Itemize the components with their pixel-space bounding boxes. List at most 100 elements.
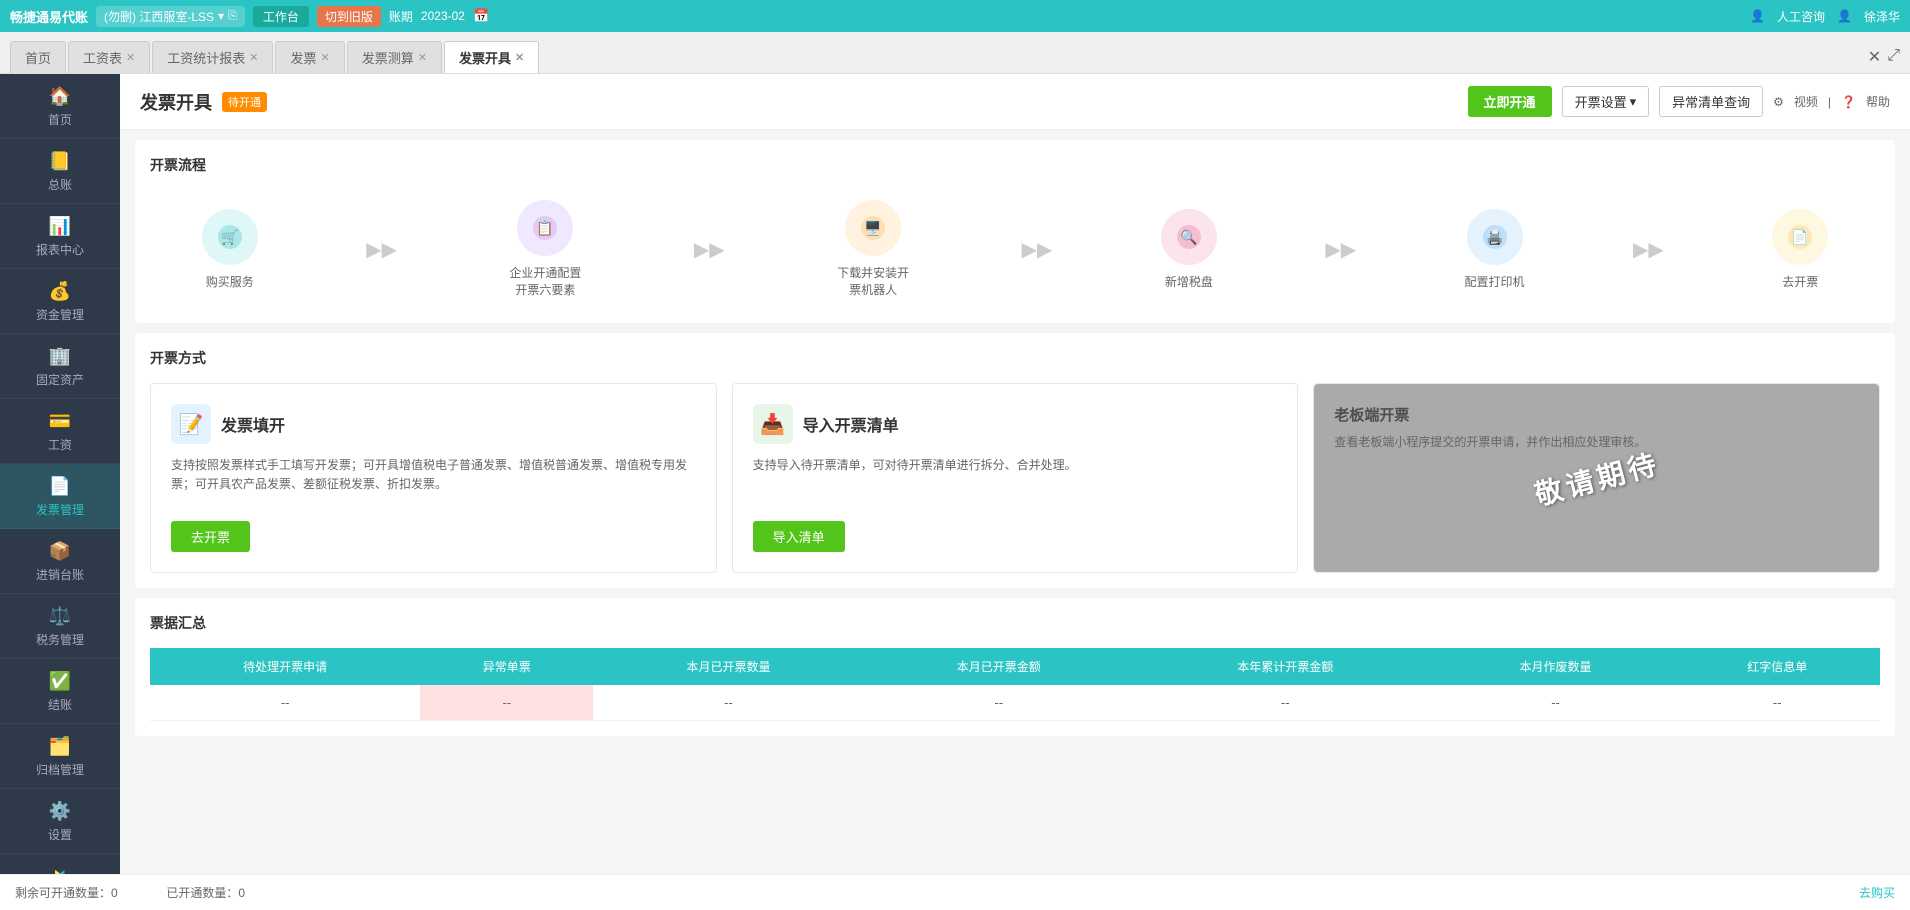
company-selector[interactable]: (勿删) 江西服室-LSS ▾ ⎘ <box>96 6 245 27</box>
settings-icon: ⚙️ <box>49 801 71 822</box>
query-label: 异常清单查询 <box>1672 92 1750 111</box>
taxbox-step-icon: 🔍 <box>1161 209 1217 265</box>
tax-icon: ⚖️ <box>49 606 71 627</box>
cell-month-count: -- <box>593 685 863 721</box>
fapiao-icon: 📄 <box>49 476 71 497</box>
asset-icon: 🏢 <box>49 346 71 367</box>
flow-step-open[interactable]: 📄 去开票 <box>1772 209 1828 290</box>
sidebar-item-archive[interactable]: 🗂️ 归档管理 <box>0 724 120 789</box>
flow-step-open-label: 去开票 <box>1782 273 1818 290</box>
avatar-icon: 👤 <box>1837 9 1852 23</box>
flow-step-download[interactable]: 🖥️ 下载并安装开票机器人 <box>833 200 913 298</box>
close-all-icon[interactable]: ✕ <box>1868 47 1881 67</box>
sidebar-item-guide[interactable]: 🔰 新手引导 <box>0 862 120 874</box>
sidebar-item-purchase[interactable]: 📦 进销台账 <box>0 529 120 594</box>
sidebar-item-fapiao[interactable]: 📄 发票管理 <box>0 464 120 529</box>
summary-table: 待处理开票申请 异常单票 本月已开票数量 本月已开票金额 本年累计开票金额 本月… <box>150 648 1880 721</box>
restore-icon[interactable]: ⤢ <box>1887 47 1900 67</box>
flow-steps: 🛒 购买服务 ▶▶ 📋 企业开通配置开票六要素 ▶ <box>150 190 1880 308</box>
svg-text:🛒: 🛒 <box>221 229 238 246</box>
tab-salary-close[interactable]: ✕ <box>126 51 135 64</box>
sidebar-item-asset[interactable]: 🏢 固定资产 <box>0 334 120 399</box>
tab-invoice-close[interactable]: ✕ <box>321 51 330 64</box>
method-card-manual: 📝 发票填开 支持按照发票样式手工填写开发票；可开具增值税电子普通发票、增值税普… <box>150 383 717 573</box>
manual-method-button[interactable]: 去开票 <box>171 521 250 552</box>
tab-invoice-tool-close[interactable]: ✕ <box>515 51 524 64</box>
sidebar-item-purchase-label: 进销台账 <box>36 566 84 583</box>
cell-abnormal[interactable]: -- <box>420 685 593 721</box>
content-area: 发票开具 待开通 立即开通 开票设置 ▾ 异常清单查询 ⚙ 视频 | ❓ 帮助 <box>120 74 1910 874</box>
manual-method-title: 发票填开 <box>221 412 285 436</box>
tab-invoice-tool[interactable]: 发票开具 ✕ <box>444 41 539 73</box>
flow-step-printer[interactable]: 🖨️ 配置打印机 <box>1465 209 1525 290</box>
buy-link[interactable]: 去购买 <box>1859 884 1895 901</box>
calendar-icon[interactable]: 📅 <box>473 8 489 24</box>
methods-grid: 📝 发票填开 支持按照发票样式手工填写开发票；可开具增值税电子普通发票、增值税普… <box>150 383 1880 573</box>
sidebar-item-tax-label: 税务管理 <box>36 631 84 648</box>
workspace-button[interactable]: 工作台 <box>253 6 309 27</box>
svg-text:🔍: 🔍 <box>1180 228 1197 246</box>
sidebar-item-settings[interactable]: ⚙️ 设置 <box>0 789 120 854</box>
overlay-text: 敬请期待 <box>1530 442 1664 514</box>
open-now-button[interactable]: 立即开通 <box>1468 86 1552 117</box>
download-step-icon: 🖥️ <box>845 200 901 256</box>
app-logo: 畅捷通易代账 <box>10 7 88 26</box>
sidebar-item-home[interactable]: 🏠 首页 <box>0 74 120 139</box>
tab-invoice-calc-close[interactable]: ✕ <box>418 51 427 64</box>
sidebar-item-finance[interactable]: 💰 资金管理 <box>0 269 120 334</box>
chevron-down-icon: ▾ <box>218 9 224 23</box>
col-year-amount: 本年累计开票金额 <box>1134 648 1437 685</box>
consult-label[interactable]: 人工咨询 <box>1777 8 1825 25</box>
flow-step-buy[interactable]: 🛒 购买服务 <box>202 209 258 290</box>
query-button[interactable]: 异常清单查询 <box>1659 86 1763 117</box>
summary-section: 票据汇总 待处理开票申请 异常单票 本月已开票数量 本月已开票金额 本年累计开票… <box>135 598 1895 736</box>
manual-method-desc: 支持按照发票样式手工填写开发票；可开具增值税电子普通发票、增值税普通发票、增值税… <box>171 456 696 506</box>
open-settings-button[interactable]: 开票设置 ▾ <box>1562 86 1650 117</box>
ledger-icon: 📒 <box>49 151 71 172</box>
tab-salary-report[interactable]: 工资统计报表 ✕ <box>152 41 273 73</box>
flow-section-title: 开票流程 <box>150 155 1880 175</box>
view-settings-icon[interactable]: ⚙ <box>1773 95 1784 109</box>
home-icon: 🏠 <box>49 86 71 107</box>
cell-red-info: -- <box>1675 685 1881 721</box>
tab-salary-report-label: 工资统计报表 <box>167 48 245 67</box>
sidebar-item-settings-label: 设置 <box>48 826 72 843</box>
svg-text:🖨️: 🖨️ <box>1486 229 1503 246</box>
period-value: 2023-02 <box>421 9 465 23</box>
cell-pending: -- <box>150 685 420 721</box>
flow-step-taxbox[interactable]: 🔍 新增税盘 <box>1161 209 1217 290</box>
svg-text:📄: 📄 <box>1792 229 1809 246</box>
cell-month-amount: -- <box>864 685 1134 721</box>
switch-version-button[interactable]: 切到旧版 <box>317 6 381 27</box>
sidebar-item-home-label: 首页 <box>48 111 72 128</box>
opened-label: 已开通数量：0 <box>166 886 245 900</box>
svg-text:📋: 📋 <box>537 220 554 237</box>
tab-salary[interactable]: 工资表 ✕ <box>68 41 150 73</box>
sidebar-item-settle[interactable]: ✅ 结账 <box>0 659 120 724</box>
tab-invoice-calc-label: 发票测算 <box>362 48 414 67</box>
col-month-amount: 本月已开票金额 <box>864 648 1134 685</box>
consult-icon: 👤 <box>1750 9 1765 23</box>
help-icon[interactable]: ❓ <box>1841 95 1856 109</box>
tab-invoice[interactable]: 发票 ✕ <box>275 41 344 73</box>
finance-icon: 💰 <box>49 281 71 302</box>
tab-salary-report-close[interactable]: ✕ <box>249 51 258 64</box>
view-label: 视频 <box>1794 93 1818 110</box>
tab-invoice-calc[interactable]: 发票测算 ✕ <box>347 41 442 73</box>
top-bar: 畅捷通易代账 (勿删) 江西服室-LSS ▾ ⎘ 工作台 切到旧版 账期 202… <box>0 0 1910 32</box>
sidebar-item-report[interactable]: 📊 报表中心 <box>0 204 120 269</box>
sidebar-item-salary[interactable]: 💳 工资 <box>0 399 120 464</box>
sidebar-item-asset-label: 固定资产 <box>36 371 84 388</box>
tab-home[interactable]: 首页 <box>10 41 66 73</box>
purchase-icon: 📦 <box>49 541 71 562</box>
import-method-button[interactable]: 导入清单 <box>753 521 845 552</box>
buy-step-icon: 🛒 <box>202 209 258 265</box>
footer-bar: 剩余可开通数量：0 已开通数量：0 去购买 <box>0 874 1910 910</box>
sidebar-item-ledger[interactable]: 📒 总账 <box>0 139 120 204</box>
method-section: 开票方式 📝 发票填开 支持按照发票样式手工填写开发票；可开具增值税电子普通发票… <box>135 333 1895 588</box>
import-method-title: 导入开票清单 <box>803 412 899 436</box>
sidebar-item-report-label: 报表中心 <box>36 241 84 258</box>
sidebar-item-tax[interactable]: ⚖️ 税务管理 <box>0 594 120 659</box>
report-icon: 📊 <box>49 216 71 237</box>
flow-step-config[interactable]: 📋 企业开通配置开票六要素 <box>505 200 585 298</box>
